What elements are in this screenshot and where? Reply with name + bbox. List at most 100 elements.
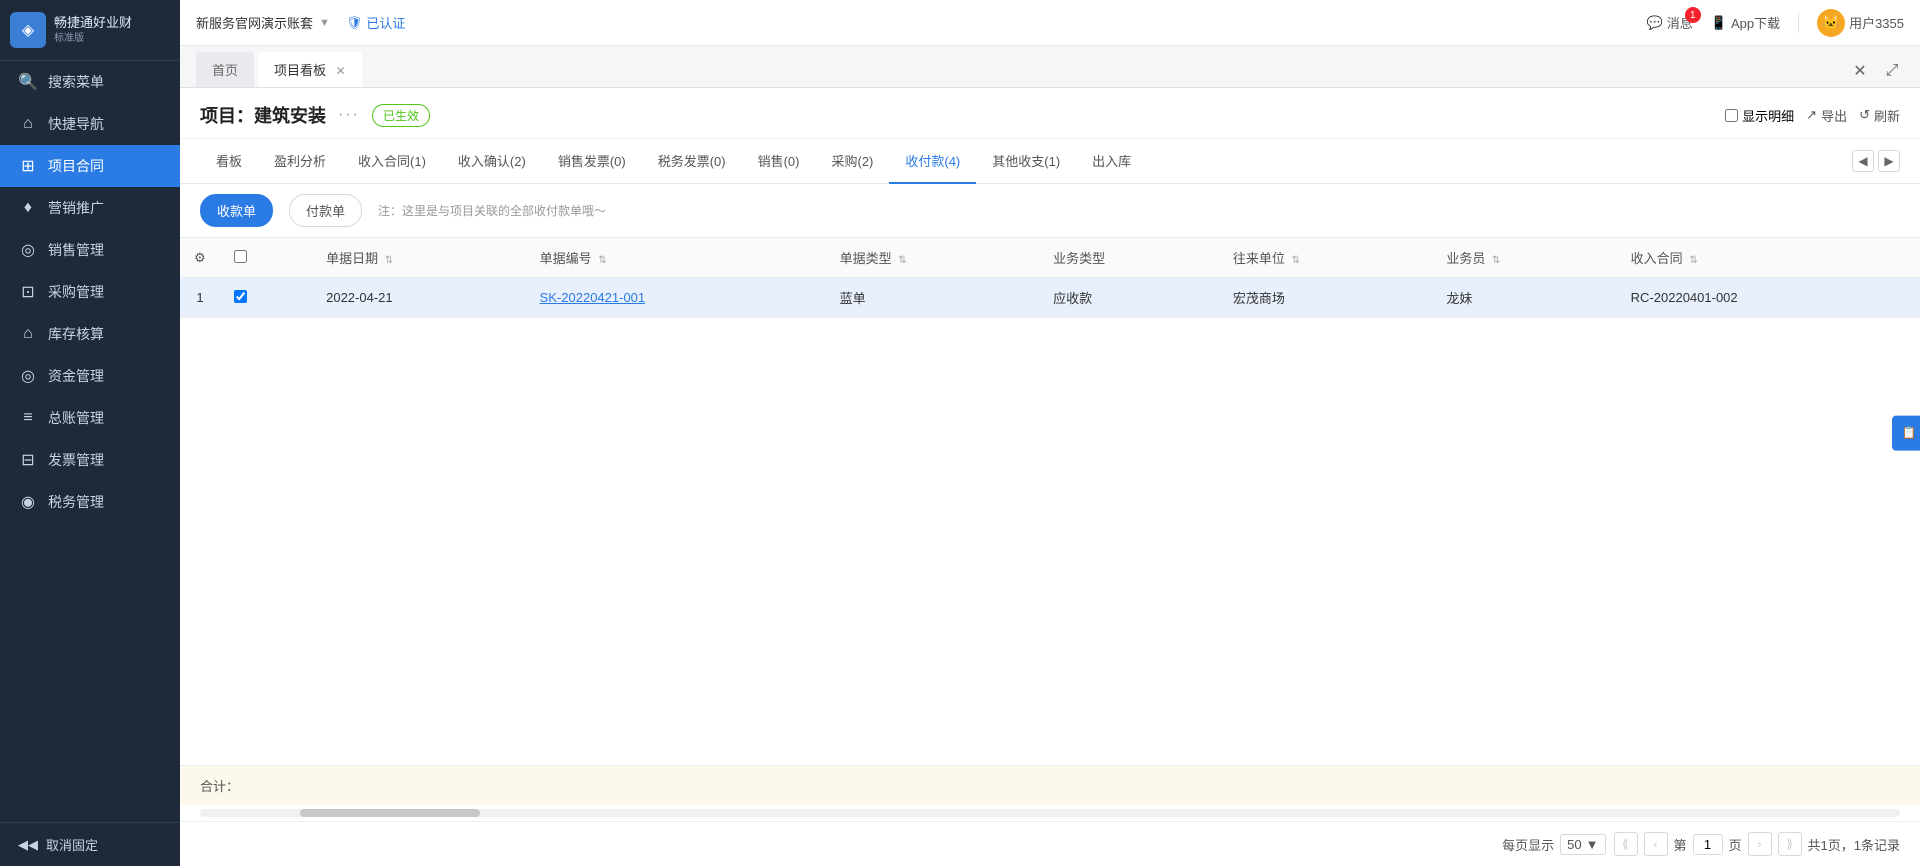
subtab-sales[interactable]: 销售(0) xyxy=(742,139,816,184)
search-icon: 🔍 xyxy=(18,72,38,92)
refresh-icon: ↺ xyxy=(1859,107,1870,123)
scroll-thumb[interactable] xyxy=(300,809,480,817)
subtab-next-button[interactable]: ▶ xyxy=(1878,150,1900,172)
marketing-icon: ♦ xyxy=(18,199,38,217)
tab-close-icon[interactable]: ✕ xyxy=(336,64,346,78)
subtab-profit[interactable]: 盈利分析 xyxy=(258,139,342,184)
horizontal-scrollbar[interactable] xyxy=(180,805,1920,821)
sidebar-item-search[interactable]: 🔍 搜索菜单 xyxy=(0,61,180,103)
tab-project-board[interactable]: 项目看板 ✕ xyxy=(258,52,362,87)
float-right-button[interactable]: 📋 xyxy=(1892,416,1920,451)
project-title: 项目：建筑安装 xyxy=(200,102,326,128)
tab-home[interactable]: 首页 xyxy=(196,52,254,87)
inventory-icon: ⌂ xyxy=(18,325,38,343)
refresh-button[interactable]: ↺ 刷新 xyxy=(1859,106,1900,125)
subtab-payment[interactable]: 收付款(4) xyxy=(889,139,976,184)
sort-type-icon: ⇅ xyxy=(898,255,906,266)
row-type: 蓝单 xyxy=(826,278,1040,318)
data-table: ⚙ 单据日期 ⇅ 单据编号 ⇅ xyxy=(180,237,1920,318)
page-size-select-box[interactable]: 50 ▼ xyxy=(1560,834,1605,855)
sidebar-item-invoice[interactable]: ⊟ 发票管理 xyxy=(0,439,180,481)
tab-close-window-button[interactable]: ✕ xyxy=(1848,59,1872,83)
topbar-divider xyxy=(1798,13,1799,33)
tabbar: 首页 项目看板 ✕ ✕ ⤢ xyxy=(180,46,1920,88)
invoice-icon: ⊟ xyxy=(18,450,38,470)
receipt-filter-button[interactable]: 收款单 xyxy=(200,194,273,227)
sidebar-item-purchase[interactable]: ⊡ 采购管理 xyxy=(0,271,180,313)
payment-filter-button[interactable]: 付款单 xyxy=(289,194,362,227)
row-checkbox[interactable] xyxy=(220,278,312,318)
table-col-checkbox xyxy=(220,238,312,278)
subtab-inout[interactable]: 出入库 xyxy=(1076,139,1147,184)
row-salesperson: 龙妹 xyxy=(1432,278,1616,318)
sidebar-nav: 🔍 搜索菜单 ⌂ 快捷导航 ⊞ 项目合同 ♦ 营销推广 ◎ 销售管理 ⊡ 采购管… xyxy=(0,61,180,822)
table-section: 收款单 付款单 注：这里是与项目关联的全部收付款单哦～ ⚙ 单据日期 xyxy=(180,184,1920,866)
sidebar-item-project[interactable]: ⊞ 项目合同 xyxy=(0,145,180,187)
shield-icon: 🛡 xyxy=(346,15,363,31)
sidebar-item-marketing[interactable]: ♦ 营销推广 xyxy=(0,187,180,229)
tab-actions: ✕ ⤢ xyxy=(1848,59,1904,87)
export-button[interactable]: ↗ 导出 xyxy=(1806,106,1847,125)
row-number: 1 xyxy=(180,278,220,318)
finance-icon: ◎ xyxy=(18,366,38,386)
subtab-navigation: ◀ ▶ xyxy=(1852,150,1900,172)
phone-icon: 📱 xyxy=(1711,15,1727,31)
show-detail-checkbox[interactable] xyxy=(1725,109,1738,122)
subtab-purchase[interactable]: 采购(2) xyxy=(815,139,889,184)
table-col-contract[interactable]: 收入合同 ⇅ xyxy=(1617,238,1920,278)
table-row[interactable]: 1 2022-04-21 SK-20220421-001 蓝单 应收款 宏茂商场… xyxy=(180,278,1920,318)
row-biz-type: 应收款 xyxy=(1039,278,1219,318)
app-name: 畅捷通好业财 标准版 xyxy=(54,15,132,45)
workspace-selector[interactable]: 新服务官网演示账套 ▼ xyxy=(196,13,330,32)
purchase-icon: ⊡ xyxy=(18,282,38,302)
table-col-salesperson[interactable]: 业务员 ⇅ xyxy=(1432,238,1616,278)
sidebar-item-tax[interactable]: ◉ 税务管理 xyxy=(0,481,180,523)
topbar: 新服务官网演示账套 ▼ 🛡 已认证 💬 消息 1 📱 App下载 🐱 用户335… xyxy=(180,0,1920,46)
filter-bar: 收款单 付款单 注：这里是与项目关联的全部收付款单哦～ xyxy=(180,184,1920,237)
page-number-input[interactable] xyxy=(1693,834,1723,855)
user-menu[interactable]: 🐱 用户3355 xyxy=(1817,9,1904,37)
sort-salesperson-icon: ⇅ xyxy=(1492,255,1500,266)
subtab-tax-invoice[interactable]: 税务发票(0) xyxy=(642,139,742,184)
table-col-type[interactable]: 单据类型 ⇅ xyxy=(826,238,1040,278)
ledger-icon: ≡ xyxy=(18,409,38,427)
sidebar-item-ledger[interactable]: ≡ 总账管理 xyxy=(0,397,180,439)
subtab-board[interactable]: 看板 xyxy=(200,139,258,184)
next-page-button[interactable]: › xyxy=(1748,832,1772,856)
subtabs: 看板 盈利分析 收入合同(1) 收入确认(2) 销售发票(0) 税务发票(0) … xyxy=(180,139,1920,184)
filter-note: 注：这里是与项目关联的全部收付款单哦～ xyxy=(378,202,606,219)
sidebar-unpin[interactable]: ◀◀ 取消固定 xyxy=(0,822,180,866)
project-icon: ⊞ xyxy=(18,156,38,176)
tax-icon: ◉ xyxy=(18,492,38,512)
total-info: 共1页，1条记录 xyxy=(1808,835,1900,854)
subtab-prev-button[interactable]: ◀ xyxy=(1852,150,1874,172)
table-col-settings[interactable]: ⚙ xyxy=(180,238,220,278)
sidebar-item-finance[interactable]: ◎ 资金管理 xyxy=(0,355,180,397)
row-number-link[interactable]: SK-20220421-001 xyxy=(526,278,826,318)
tab-expand-button[interactable]: ⤢ xyxy=(1880,59,1904,83)
first-page-button[interactable]: ⟪ xyxy=(1614,832,1638,856)
subtab-sales-invoice[interactable]: 销售发票(0) xyxy=(542,139,642,184)
select-all-checkbox[interactable] xyxy=(234,250,247,263)
table-col-number[interactable]: 单据编号 ⇅ xyxy=(526,238,826,278)
sidebar-item-shortcut[interactable]: ⌂ 快捷导航 xyxy=(0,103,180,145)
subtab-other-income[interactable]: 其他收支(1) xyxy=(976,139,1076,184)
table-col-partner[interactable]: 往来单位 ⇅ xyxy=(1219,238,1433,278)
message-icon: 💬 xyxy=(1647,15,1663,31)
subtab-revenue-confirm[interactable]: 收入确认(2) xyxy=(442,139,542,184)
last-page-button[interactable]: ⟫ xyxy=(1778,832,1802,856)
show-detail-toggle[interactable]: 显示明细 xyxy=(1725,106,1794,125)
sidebar-logo: ◈ 畅捷通好业财 标准版 xyxy=(0,0,180,61)
sidebar-item-inventory[interactable]: ⌂ 库存核算 xyxy=(0,313,180,355)
main-area: 新服务官网演示账套 ▼ 🛡 已认证 💬 消息 1 📱 App下载 🐱 用户335… xyxy=(180,0,1920,866)
table-col-biz-type: 业务类型 xyxy=(1039,238,1219,278)
sidebar-item-sales[interactable]: ◎ 销售管理 xyxy=(0,229,180,271)
messages-button[interactable]: 💬 消息 1 xyxy=(1647,13,1693,32)
app-download-button[interactable]: 📱 App下载 xyxy=(1711,13,1780,32)
sort-contract-icon: ⇅ xyxy=(1689,255,1697,266)
subtab-revenue-contract[interactable]: 收入合同(1) xyxy=(342,139,442,184)
table-col-date[interactable]: 单据日期 ⇅ xyxy=(312,238,526,278)
more-options-button[interactable]: ··· xyxy=(338,106,360,124)
prev-page-button[interactable]: ‹ xyxy=(1644,832,1668,856)
total-row: 合计： xyxy=(180,765,1920,805)
